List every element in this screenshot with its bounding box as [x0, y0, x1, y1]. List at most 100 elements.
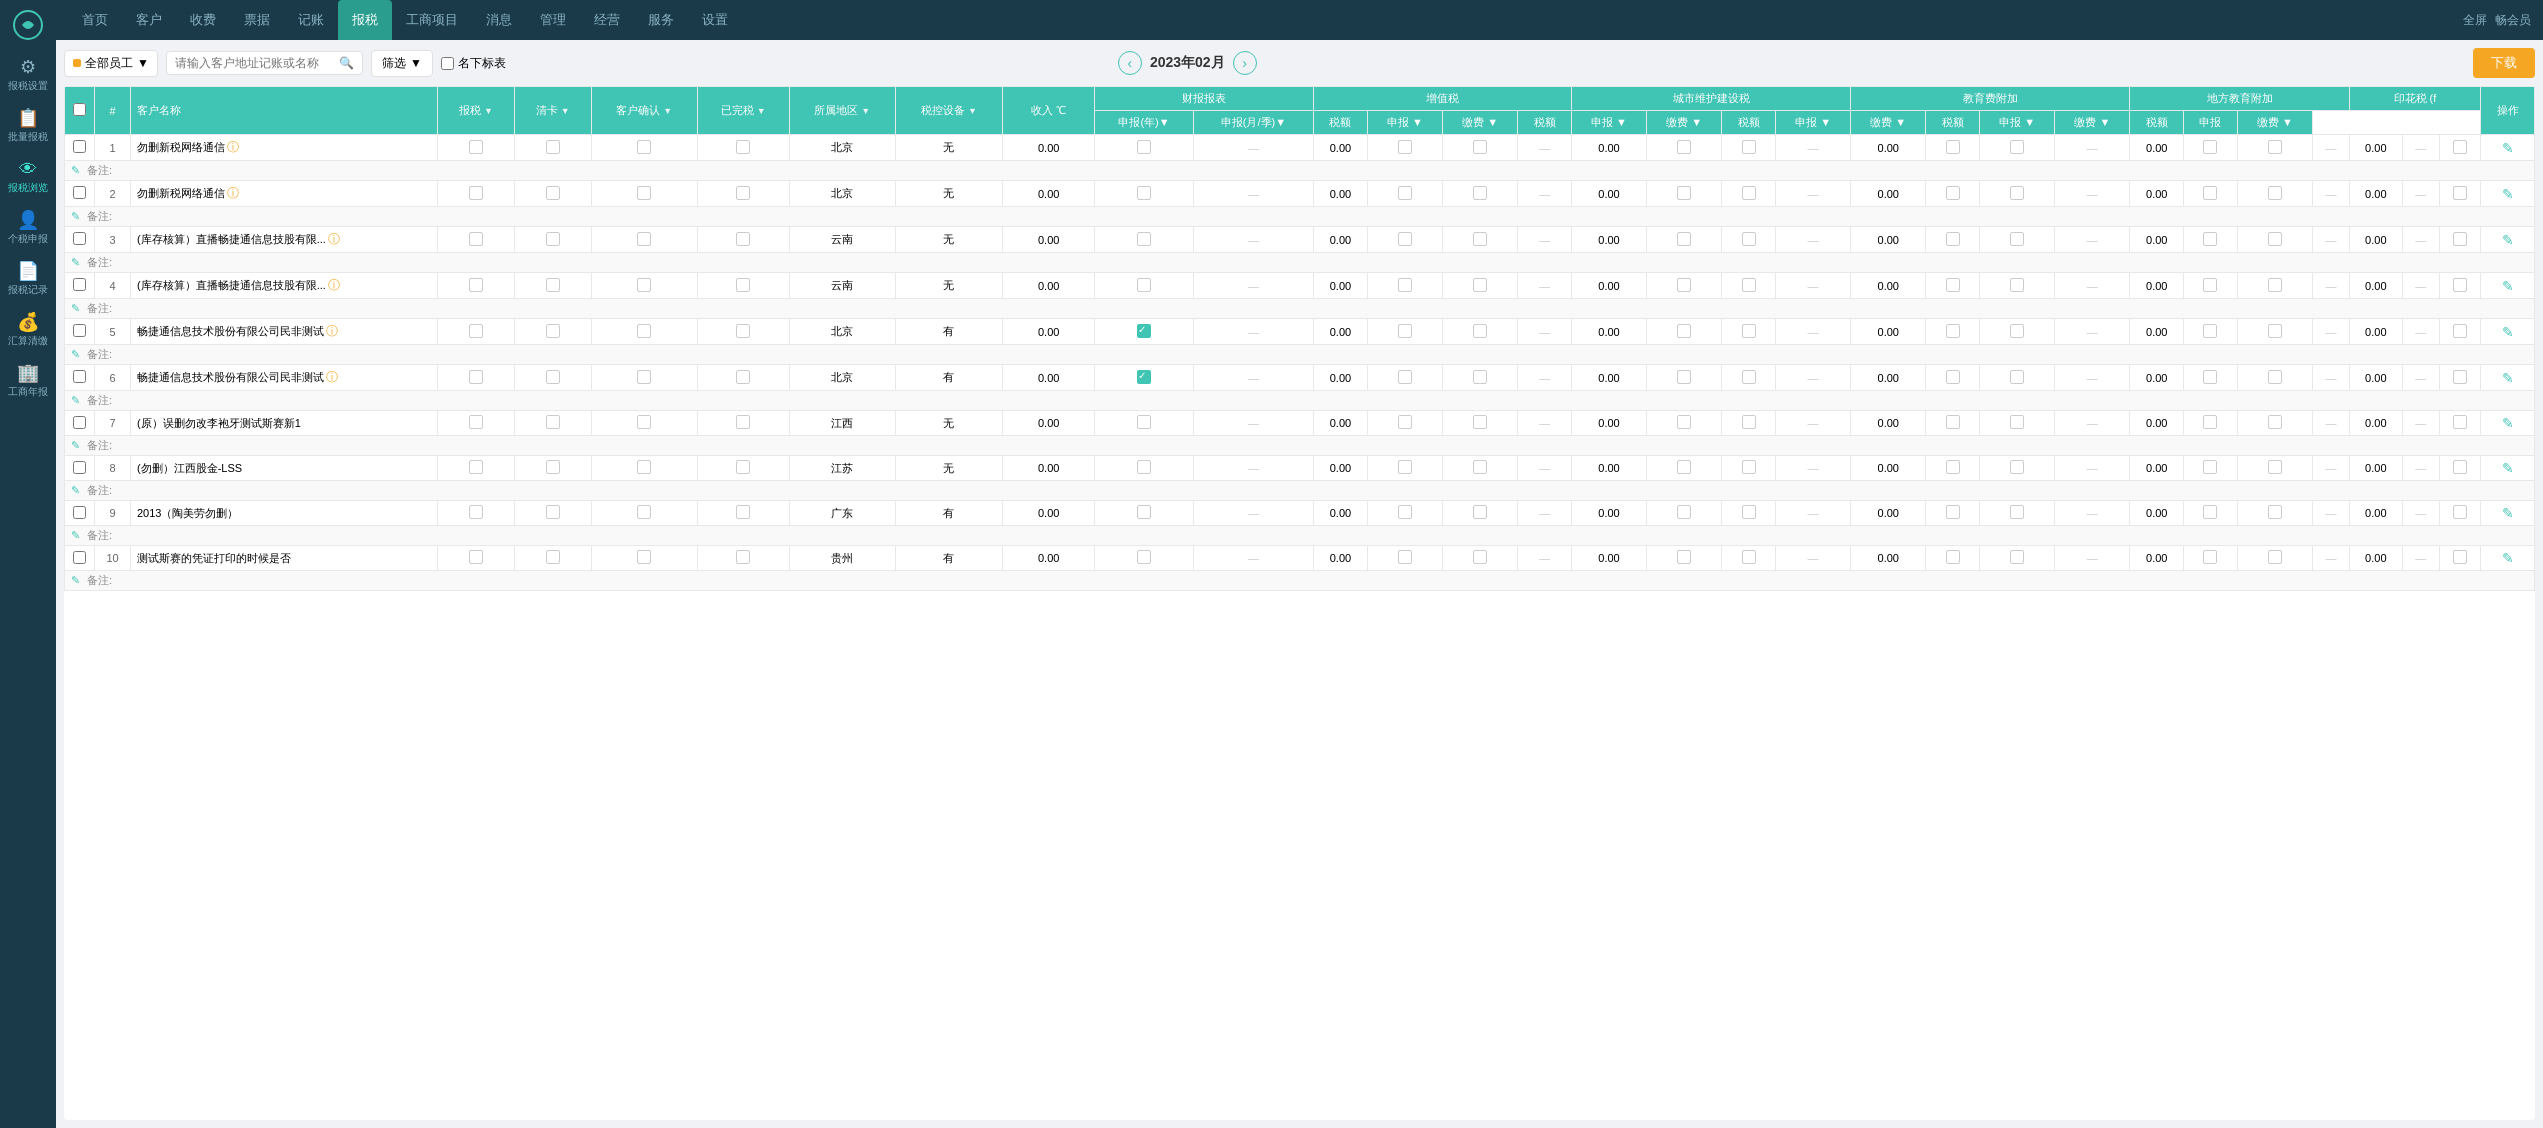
paid-check[interactable]	[736, 505, 750, 519]
jf-check[interactable]	[1742, 415, 1756, 429]
row-confirm[interactable]	[591, 365, 697, 391]
th-yhs-jf[interactable]: 缴费 ▼	[2237, 111, 2312, 135]
edit-icon[interactable]: ✎	[2502, 140, 2514, 156]
row-caibao-year[interactable]	[1095, 319, 1194, 345]
confirm-check[interactable]	[637, 140, 651, 154]
jf-check[interactable]	[2010, 278, 2024, 292]
paid-check[interactable]	[736, 324, 750, 338]
caibao-year-check[interactable]	[1137, 460, 1151, 474]
nav-customer[interactable]: 客户	[122, 0, 176, 40]
row-checkbox[interactable]	[73, 278, 86, 291]
tax-sb[interactable]	[1647, 546, 1722, 571]
tax-sb[interactable]	[1647, 135, 1722, 161]
confirm-check[interactable]	[637, 324, 651, 338]
tax-jf[interactable]	[1722, 546, 1776, 571]
baoshui-check[interactable]	[469, 278, 483, 292]
row-checkbox[interactable]	[73, 551, 86, 564]
row-confirm[interactable]	[591, 456, 697, 481]
tax-jf[interactable]	[1442, 546, 1517, 571]
row-action[interactable]: ✎	[2481, 273, 2535, 299]
edit-icon[interactable]: ✎	[2502, 278, 2514, 294]
row-action[interactable]: ✎	[2481, 227, 2535, 253]
yhs-jf-check[interactable]	[2453, 186, 2467, 200]
row-checkbox[interactable]	[73, 461, 86, 474]
row-paid[interactable]	[697, 365, 789, 391]
row-caibao-year[interactable]	[1095, 181, 1194, 207]
tax-sb[interactable]	[1367, 319, 1442, 345]
sb-check[interactable]	[1677, 370, 1691, 384]
tax-jf[interactable]	[1980, 273, 2055, 299]
row-action[interactable]: ✎	[2481, 411, 2535, 436]
jf-check[interactable]	[2268, 550, 2282, 564]
jf-check[interactable]	[1742, 460, 1756, 474]
row-huanka[interactable]	[514, 181, 591, 207]
tax-jf[interactable]	[1722, 319, 1776, 345]
huanka-check[interactable]	[546, 415, 560, 429]
yhs-jf-check[interactable]	[2453, 324, 2467, 338]
tax-jf[interactable]	[1980, 546, 2055, 571]
tax-jf[interactable]	[1722, 227, 1776, 253]
yhs-jf[interactable]	[2439, 546, 2480, 571]
row-confirm[interactable]	[591, 546, 697, 571]
tax-jf[interactable]	[1722, 273, 1776, 299]
yhs-jf[interactable]	[2439, 365, 2480, 391]
tax-sb[interactable]	[1926, 546, 1980, 571]
huanka-check[interactable]	[546, 370, 560, 384]
tax-sb[interactable]	[2184, 456, 2238, 481]
caibao-year-check[interactable]	[1137, 232, 1151, 246]
sb-check[interactable]	[1398, 232, 1412, 246]
row-caibao-year[interactable]	[1095, 135, 1194, 161]
th-yhs-sb[interactable]: 申报	[2184, 111, 2238, 135]
edit-icon[interactable]: ✎	[2502, 550, 2514, 566]
tax-sb[interactable]	[1926, 273, 1980, 299]
row-select-cell[interactable]	[65, 411, 95, 436]
sb-check[interactable]	[1946, 460, 1960, 474]
nav-gongshang[interactable]: 工商项目	[392, 0, 472, 40]
jf-check[interactable]	[2010, 505, 2024, 519]
row-confirm[interactable]	[591, 319, 697, 345]
tax-sb[interactable]	[1367, 135, 1442, 161]
tax-jf[interactable]	[1980, 456, 2055, 481]
yhs-jf[interactable]	[2439, 181, 2480, 207]
tax-jf[interactable]	[1442, 456, 1517, 481]
jf-check[interactable]	[2268, 460, 2282, 474]
paid-check[interactable]	[736, 550, 750, 564]
tax-jf[interactable]	[1980, 365, 2055, 391]
tax-jf[interactable]	[1980, 411, 2055, 436]
remark-edit-icon[interactable]: ✎	[71, 348, 80, 360]
yhs-jf[interactable]	[2439, 227, 2480, 253]
sb-check[interactable]	[1946, 370, 1960, 384]
row-baoshui[interactable]	[438, 273, 515, 299]
tax-jf[interactable]	[2237, 181, 2312, 207]
nav-xiaoxi[interactable]: 消息	[472, 0, 526, 40]
tax-jf[interactable]	[1980, 135, 2055, 161]
row-huanka[interactable]	[514, 501, 591, 526]
jf-check[interactable]	[2010, 415, 2024, 429]
tax-sb[interactable]	[1367, 227, 1442, 253]
tax-sb[interactable]	[1367, 546, 1442, 571]
tax-sb[interactable]	[1367, 181, 1442, 207]
row-baoshui[interactable]	[438, 411, 515, 436]
prev-month-button[interactable]: ‹	[1118, 51, 1142, 75]
nav-jizhang[interactable]: 记账	[284, 0, 338, 40]
row-confirm[interactable]	[591, 135, 697, 161]
tax-sb[interactable]	[1926, 411, 1980, 436]
sb-check[interactable]	[1677, 324, 1691, 338]
tax-sb[interactable]	[1926, 456, 1980, 481]
row-huanka[interactable]	[514, 227, 591, 253]
row-baoshui[interactable]	[438, 181, 515, 207]
sb-check[interactable]	[2203, 278, 2217, 292]
th-jyf-jf[interactable]: 缴费 ▼	[1851, 111, 1926, 135]
jf-check[interactable]	[1473, 140, 1487, 154]
jf-check[interactable]	[2010, 324, 2024, 338]
tax-jf[interactable]	[1722, 181, 1776, 207]
remark-edit-icon[interactable]: ✎	[71, 484, 80, 496]
tax-jf[interactable]	[1980, 227, 2055, 253]
tax-sb[interactable]	[1926, 319, 1980, 345]
tax-sb[interactable]	[1647, 456, 1722, 481]
row-checkbox[interactable]	[73, 232, 86, 245]
sb-check[interactable]	[2203, 370, 2217, 384]
sidebar-item-geshui[interactable]: 👤 个税申报	[0, 203, 56, 254]
tax-jf[interactable]	[2237, 546, 2312, 571]
row-checkbox[interactable]	[73, 506, 86, 519]
